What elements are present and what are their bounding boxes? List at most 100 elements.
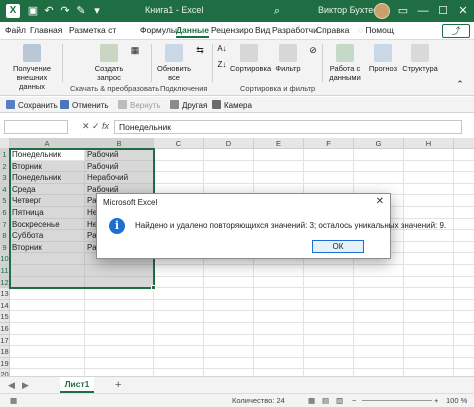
cell-F12[interactable] <box>304 276 354 289</box>
cell-I11[interactable] <box>454 265 474 277</box>
cell-H20[interactable] <box>404 369 454 376</box>
cell-I17[interactable] <box>454 335 474 347</box>
cell-D19[interactable] <box>204 357 254 370</box>
cell-B1[interactable]: Рабочий <box>85 149 154 161</box>
cell-A5[interactable]: Четверг <box>10 195 85 207</box>
cell-B18[interactable] <box>85 346 154 358</box>
cell-C19[interactable] <box>154 357 204 370</box>
row-header[interactable]: 7 <box>0 218 10 231</box>
cell-C2[interactable] <box>154 160 204 173</box>
undo-icon[interactable]: ↶ <box>42 4 56 18</box>
sheet-next-icon[interactable]: ▶ <box>22 380 29 391</box>
row-header[interactable]: 4 <box>0 183 10 196</box>
cell-E19[interactable] <box>254 357 304 370</box>
cell-D2[interactable] <box>204 160 254 173</box>
cell-A9[interactable]: Вторник <box>10 241 85 254</box>
qa-other-button[interactable]: Другая <box>170 100 207 110</box>
cell-A20[interactable] <box>10 369 85 376</box>
cell-E18[interactable] <box>254 346 304 358</box>
tab-view[interactable]: Вид <box>255 25 270 35</box>
cell-A11[interactable] <box>10 265 85 277</box>
cell-F15[interactable] <box>304 311 354 323</box>
cell-B12[interactable] <box>85 276 154 289</box>
dialog-close-icon[interactable]: ✕ <box>376 196 384 207</box>
column-header[interactable]: A <box>10 138 85 149</box>
cell-H16[interactable] <box>404 323 454 335</box>
qa-redo-button[interactable]: Вернуть <box>118 100 160 110</box>
column-header[interactable]: C <box>154 138 204 149</box>
collapse-ribbon-icon[interactable]: ⌃ <box>454 80 466 89</box>
cell-I7[interactable] <box>454 219 474 231</box>
cell-F18[interactable] <box>304 346 354 358</box>
share-button[interactable]: ⤴ <box>442 24 470 38</box>
maximize-button[interactable]: ☐ <box>434 2 452 20</box>
column-header[interactable]: I <box>454 138 474 149</box>
cell-A1[interactable]: Понедельник <box>10 149 85 161</box>
page-layout-view-icon[interactable]: ▤ <box>322 396 329 405</box>
cell-H15[interactable] <box>404 311 454 323</box>
cell-D18[interactable] <box>204 346 254 358</box>
cell-H14[interactable] <box>404 299 454 312</box>
cell-H9[interactable] <box>404 241 454 254</box>
redo-icon[interactable]: ↷ <box>58 4 72 18</box>
row-header[interactable]: 9 <box>0 241 10 254</box>
cell-I13[interactable] <box>454 288 474 300</box>
cell-G15[interactable] <box>354 311 404 323</box>
sheet-tab-list1[interactable]: Лист1 <box>60 377 94 393</box>
cell-B14[interactable] <box>85 299 154 312</box>
row-header[interactable]: 15 <box>0 311 10 323</box>
cell-B20[interactable] <box>85 369 154 376</box>
cell-A14[interactable] <box>10 299 85 312</box>
cell-G19[interactable] <box>354 357 404 370</box>
tab-developer[interactable]: Разработчи <box>272 25 318 35</box>
row-header[interactable]: 2 <box>0 160 10 173</box>
cell-H17[interactable] <box>404 334 454 347</box>
cell-A2[interactable]: Вторник <box>10 160 85 173</box>
cell-E12[interactable] <box>254 276 304 289</box>
cell-H10[interactable] <box>404 253 454 265</box>
connections-icon[interactable]: ⇆ <box>194 46 206 55</box>
row-header[interactable]: 13 <box>0 288 10 300</box>
ok-button[interactable]: ОК <box>312 240 364 253</box>
cell-G2[interactable] <box>354 160 404 173</box>
cell-G11[interactable] <box>354 265 404 277</box>
cell-D13[interactable] <box>204 288 254 300</box>
cancel-entry-icon[interactable]: ✕ <box>82 121 90 132</box>
cell-E15[interactable] <box>254 311 304 323</box>
cell-D3[interactable] <box>204 172 254 184</box>
cell-A19[interactable] <box>10 357 85 370</box>
cell-I5[interactable] <box>454 195 474 207</box>
column-header[interactable]: D <box>204 138 254 149</box>
cell-E17[interactable] <box>254 334 304 347</box>
cell-H4[interactable] <box>404 183 454 196</box>
cell-C1[interactable] <box>154 149 204 161</box>
column-header[interactable]: H <box>404 138 454 149</box>
row-header[interactable]: 6 <box>0 207 10 219</box>
cell-G1[interactable] <box>354 149 404 161</box>
fill-handle[interactable] <box>151 285 156 291</box>
row-header[interactable]: 14 <box>0 299 10 312</box>
select-all-corner[interactable] <box>0 138 10 149</box>
advanced-filter-icon[interactable]: ⊘ <box>306 46 320 55</box>
sort-button[interactable]: Сортировка <box>230 44 271 73</box>
cell-D1[interactable] <box>204 149 254 161</box>
zoom-out-icon[interactable]: − <box>352 396 356 405</box>
cell-G18[interactable] <box>354 346 404 358</box>
cell-A15[interactable] <box>10 311 85 323</box>
cell-H12[interactable] <box>404 276 454 289</box>
cell-A3[interactable]: Понедельник <box>10 172 85 184</box>
cell-C3[interactable] <box>154 172 204 184</box>
cell-F20[interactable] <box>304 369 354 376</box>
qa-undo-button[interactable]: Отменить <box>60 100 109 110</box>
cell-E1[interactable] <box>254 149 304 161</box>
row-header[interactable]: 5 <box>0 195 10 207</box>
cell-E2[interactable] <box>254 160 304 173</box>
cell-C17[interactable] <box>154 334 204 347</box>
cell-G13[interactable] <box>354 288 404 300</box>
cell-I20[interactable] <box>454 369 474 376</box>
cell-G12[interactable] <box>354 276 404 289</box>
tab-help[interactable]: Справка <box>316 25 349 35</box>
cell-I6[interactable] <box>454 207 474 219</box>
tab-formulas[interactable]: Формулы <box>140 25 177 35</box>
save-icon[interactable]: ▣ <box>26 4 40 18</box>
